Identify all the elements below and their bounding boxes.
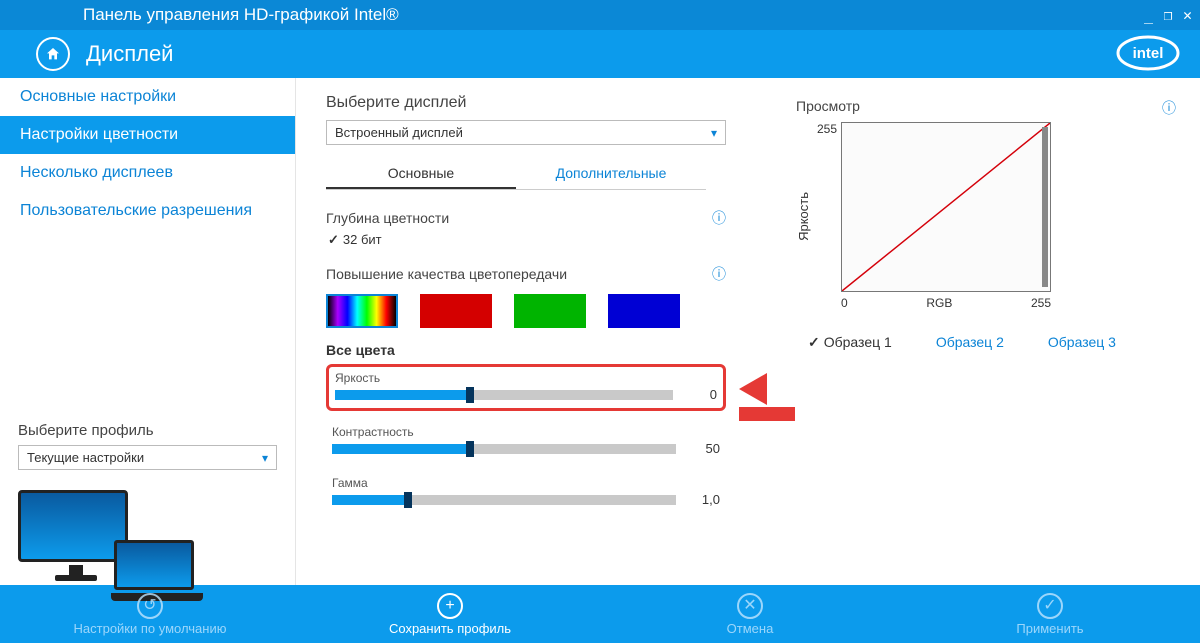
highlight-arrow xyxy=(739,373,795,423)
intel-logo: intel xyxy=(1114,30,1182,81)
sample-tabs: ✓Образец 1 Образец 2 Образец 3 xyxy=(808,334,1176,351)
profile-dropdown[interactable]: Текущие настройки ▾ xyxy=(18,445,277,470)
swatch-all-colors[interactable] xyxy=(326,294,398,328)
sample-1[interactable]: ✓Образец 1 xyxy=(808,334,892,351)
tab-advanced[interactable]: Дополнительные xyxy=(516,161,706,189)
slider-thumb[interactable] xyxy=(466,441,474,457)
laptop-icon xyxy=(114,540,194,590)
enhance-row: Повышение качества цветопередачи ⓘ xyxy=(326,264,726,284)
gamma-label: Гамма xyxy=(332,476,720,490)
color-swatches xyxy=(326,294,756,328)
home-icon xyxy=(45,46,61,62)
window-title: Панель управления HD-графикой Intel® xyxy=(8,5,399,25)
brightness-label: Яркость xyxy=(335,371,717,385)
contrast-value: 50 xyxy=(690,441,720,456)
preview-column: Просмотр ⓘ Яркость 255 xyxy=(756,94,1176,585)
sidebar-item-color-settings[interactable]: Настройки цветности xyxy=(0,116,295,154)
cancel-icon: ✕ xyxy=(737,593,763,619)
graph-xmax: 255 xyxy=(1031,296,1051,310)
tab-basic[interactable]: Основные xyxy=(326,161,516,189)
svg-text:intel: intel xyxy=(1133,45,1164,62)
gamma-value: 1,0 xyxy=(690,492,720,507)
sidebar-item-custom-resolutions[interactable]: Пользовательские разрешения xyxy=(0,192,295,230)
plus-icon: + xyxy=(437,593,463,619)
info-icon[interactable]: ⓘ xyxy=(1162,98,1176,118)
check-icon: ✓ xyxy=(328,232,339,247)
monitor-icon xyxy=(18,490,128,562)
chevron-down-icon: ▾ xyxy=(711,126,717,140)
enhance-label: Повышение качества цветопередачи xyxy=(326,266,567,282)
home-button[interactable] xyxy=(36,37,70,71)
slider-thumb[interactable] xyxy=(466,387,474,403)
maximize-button[interactable]: ❐ xyxy=(1163,6,1172,24)
color-depth-row: Глубина цветности ⓘ xyxy=(326,208,726,228)
defaults-button[interactable]: ↺ Настройки по умолчанию xyxy=(0,585,300,643)
all-colors-header: Все цвета xyxy=(326,342,756,358)
swatch-blue[interactable] xyxy=(608,294,680,328)
display-dropdown[interactable]: Встроенный дисплей ▾ xyxy=(326,120,726,145)
app-window: Панель управления HD-графикой Intel® _ ❐… xyxy=(0,0,1200,643)
info-icon[interactable]: ⓘ xyxy=(712,264,726,284)
gamma-slider[interactable] xyxy=(332,495,676,505)
footer-bar: ↺ Настройки по умолчанию + Сохранить про… xyxy=(0,585,1200,643)
cancel-button[interactable]: ✕ Отмена xyxy=(600,585,900,643)
save-profile-button[interactable]: + Сохранить профиль xyxy=(300,585,600,643)
color-depth-value: ✓32 бит xyxy=(326,228,756,264)
profile-block: Выберите профиль Текущие настройки ▾ xyxy=(0,410,295,476)
settings-column: Выберите дисплей Встроенный дисплей ▾ Ос… xyxy=(326,94,756,585)
brightness-value: 0 xyxy=(687,387,717,402)
close-button[interactable]: ✕ xyxy=(1183,6,1192,24)
sample-2[interactable]: Образец 2 xyxy=(936,334,1004,351)
graph-xmin: 0 xyxy=(841,296,848,310)
undo-icon: ↺ xyxy=(137,593,163,619)
contrast-slider-group: Контрастность 50 xyxy=(326,421,726,462)
sub-tabs: Основные Дополнительные xyxy=(326,161,706,190)
graph-ylabel: Яркость xyxy=(796,192,811,241)
slider-thumb[interactable] xyxy=(404,492,412,508)
sidebar: Основные настройки Настройки цветности Н… xyxy=(0,78,296,585)
brightness-slider-group: Яркость 0 xyxy=(326,364,726,411)
preview-title: Просмотр xyxy=(796,98,860,118)
content-body: Основные настройки Настройки цветности Н… xyxy=(0,78,1200,585)
header-bar: Дисплей intel xyxy=(0,30,1200,78)
graph-output-bar xyxy=(1042,127,1048,287)
brightness-slider[interactable] xyxy=(335,390,673,400)
profile-label: Выберите профиль xyxy=(18,422,277,439)
contrast-label: Контрастность xyxy=(332,425,720,439)
tone-curve-graph: Яркость 255 0 RGB xyxy=(796,122,1176,310)
section-title: Дисплей xyxy=(86,41,173,67)
main-panel: Выберите дисплей Встроенный дисплей ▾ Ос… xyxy=(296,78,1200,585)
apply-button[interactable]: ✓ Применить xyxy=(900,585,1200,643)
sidebar-item-basic-settings[interactable]: Основные настройки xyxy=(0,78,295,116)
graph-xlabel: RGB xyxy=(926,296,952,310)
contrast-slider[interactable] xyxy=(332,444,676,454)
swatch-red[interactable] xyxy=(420,294,492,328)
title-bar: Панель управления HD-графикой Intel® _ ❐… xyxy=(0,0,1200,30)
select-display-label: Выберите дисплей xyxy=(326,94,756,112)
tone-curve-line xyxy=(842,123,1050,291)
graph-ymax: 255 xyxy=(817,122,841,136)
profile-dropdown-value: Текущие настройки xyxy=(27,450,144,465)
graph-box xyxy=(841,122,1051,292)
swatch-green[interactable] xyxy=(514,294,586,328)
sample-3[interactable]: Образец 3 xyxy=(1048,334,1116,351)
info-icon[interactable]: ⓘ xyxy=(712,208,726,228)
sidebar-item-multiple-displays[interactable]: Несколько дисплеев xyxy=(0,154,295,192)
window-controls: _ ❐ ✕ xyxy=(1138,6,1192,25)
device-illustration xyxy=(0,476,295,585)
gamma-slider-group: Гамма 1,0 xyxy=(326,472,726,513)
minimize-button[interactable]: _ xyxy=(1144,6,1153,24)
color-depth-label: Глубина цветности xyxy=(326,210,449,226)
apply-icon: ✓ xyxy=(1037,593,1063,619)
display-dropdown-value: Встроенный дисплей xyxy=(335,125,463,140)
chevron-down-icon: ▾ xyxy=(262,451,268,465)
